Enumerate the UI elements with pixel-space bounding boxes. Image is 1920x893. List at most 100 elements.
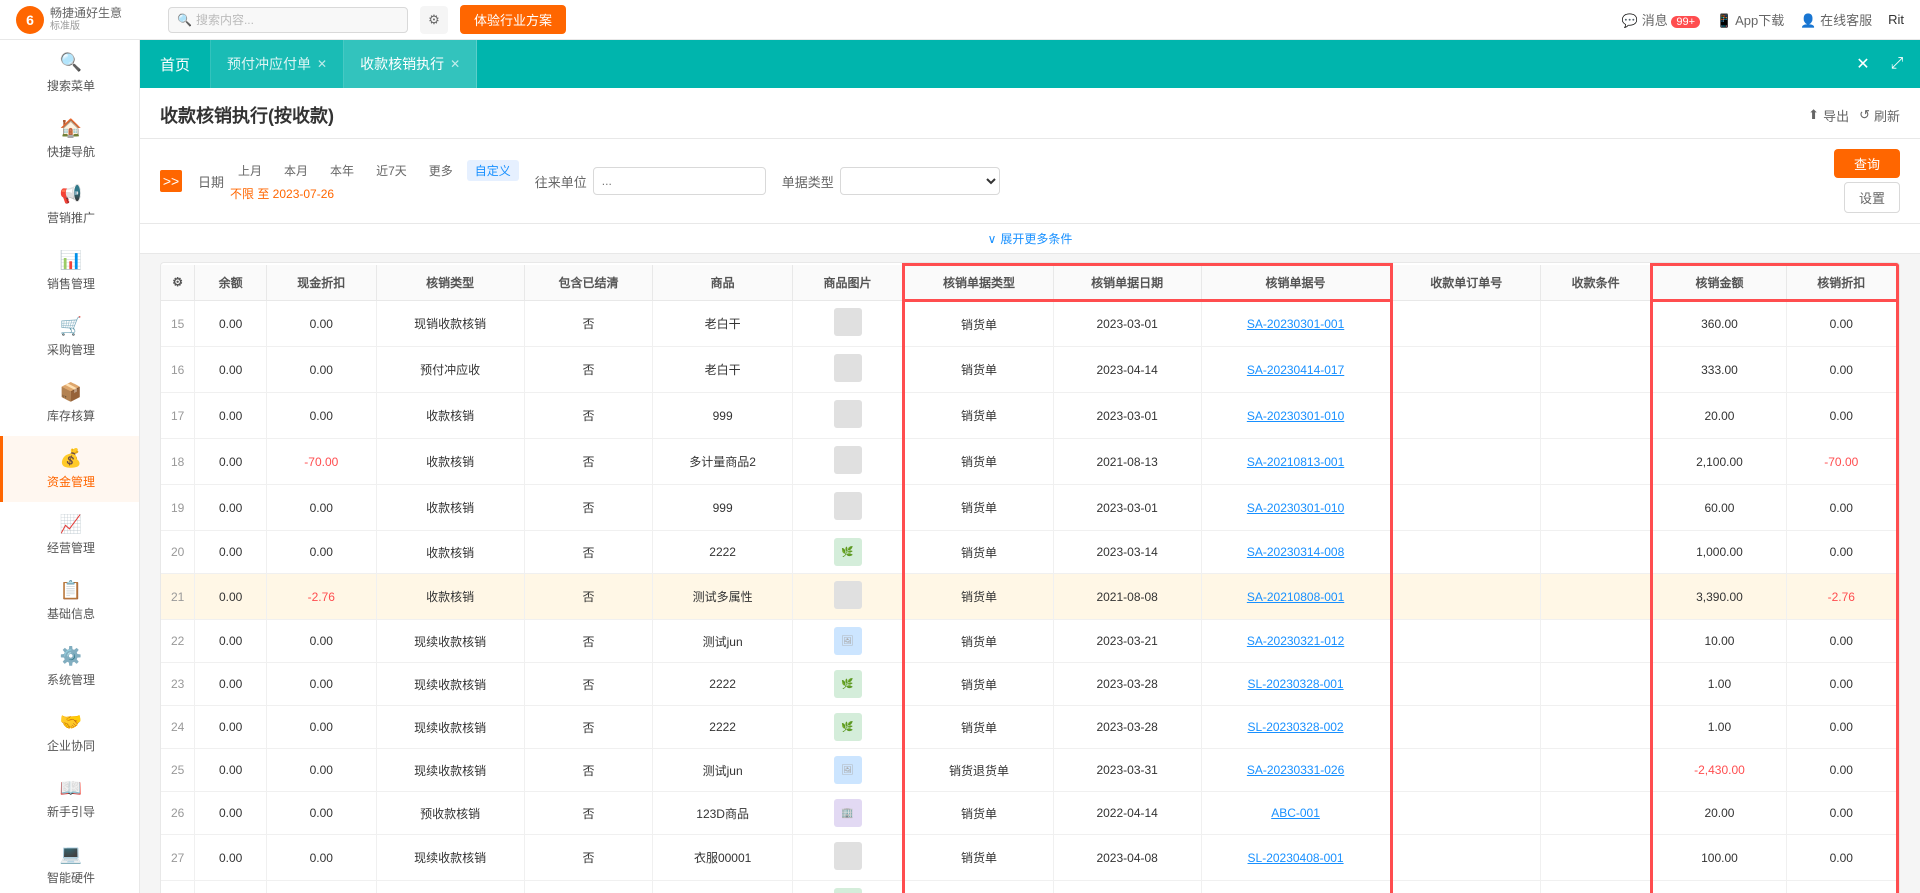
row-writeoff-amount: 10.00 xyxy=(1652,620,1786,663)
page-header: 收款核销执行(按收款) ⬆ 导出 ↺ 刷新 xyxy=(140,88,1920,139)
sidebar-item-system[interactable]: ⚙️ 系统管理 xyxy=(0,634,139,700)
online-service-link[interactable]: 👤 在线客服 xyxy=(1800,10,1872,29)
row-id: 15 xyxy=(161,301,195,347)
row-writeoff-bill-no[interactable]: SA-20230301-001 xyxy=(1201,301,1391,347)
table-container: ⚙ 余额 现金折扣 核销类型 包含已结清 商品 商品图片 核销单据类型 核销单据… xyxy=(140,254,1920,893)
row-include-settled: 否 xyxy=(524,792,653,835)
row-cash-discount: 0.00 xyxy=(266,485,376,531)
row-writeoff-discount: 0.00 xyxy=(1786,485,1897,531)
date-btn-more[interactable]: 更多 xyxy=(421,160,461,181)
sidebar-item-guide[interactable]: 📖 新手引导 xyxy=(0,766,139,832)
product-image: 🌿 xyxy=(834,888,862,893)
row-writeoff-bill-type: 销货单 xyxy=(904,531,1054,574)
sidebar-item-collab[interactable]: 🤝 企业协同 xyxy=(0,700,139,766)
row-writeoff-bill-no[interactable]: SA-20230301-010 xyxy=(1201,393,1391,439)
row-include-settled: 否 xyxy=(524,881,653,893)
row-id: 20 xyxy=(161,531,195,574)
row-product: 测试jun xyxy=(653,749,792,792)
sidebar-item-label: 资金管理 xyxy=(47,473,95,490)
search-menu-icon: 🔍 xyxy=(60,52,82,73)
export-button[interactable]: ⬆ 导出 xyxy=(1808,106,1849,125)
product-image xyxy=(834,354,862,382)
tab-close-writeoff[interactable]: ✕ xyxy=(450,57,460,71)
date-btn-last-month[interactable]: 上月 xyxy=(230,160,270,181)
sidebar-item-purchase[interactable]: 🛒 采购管理 xyxy=(0,304,139,370)
row-receipt-condition xyxy=(1541,620,1652,663)
row-balance: 0.00 xyxy=(195,706,267,749)
maximize-button[interactable]: ⤢ xyxy=(1882,49,1912,79)
sidebar-item-label: 销售管理 xyxy=(47,275,95,292)
tab-writeoff[interactable]: 收款核销执行 ✕ xyxy=(344,40,477,88)
expand-more-button[interactable]: ∨ 展开更多条件 xyxy=(988,230,1073,247)
sidebar-item-hardware[interactable]: 💻 智能硬件 xyxy=(0,832,139,893)
sidebar-item-finance[interactable]: 💰 资金管理 xyxy=(0,436,139,502)
close-all-tabs-button[interactable]: ✕ xyxy=(1848,49,1878,79)
sidebar-item-sales[interactable]: 📊 销售管理 xyxy=(0,238,139,304)
date-btn-this-month[interactable]: 本月 xyxy=(276,160,316,181)
date-custom-btn[interactable]: 自定义 xyxy=(467,160,519,181)
row-balance: 0.00 xyxy=(195,393,267,439)
row-include-settled: 否 xyxy=(524,749,653,792)
row-receipt-order-no xyxy=(1391,620,1541,663)
row-writeoff-discount: 0.00 xyxy=(1786,393,1897,439)
row-writeoff-bill-no[interactable]: SA-20230314-008 xyxy=(1201,531,1391,574)
settings-icon[interactable]: ⚙ xyxy=(420,6,448,34)
row-writeoff-bill-no[interactable]: SA-20210808-001 xyxy=(1201,574,1391,620)
sidebar-item-inventory[interactable]: 📦 库存核算 xyxy=(0,370,139,436)
row-writeoff-amount: 3,390.00 xyxy=(1652,574,1786,620)
row-writeoff-bill-no[interactable]: SL-20230408-001 xyxy=(1201,835,1391,881)
date-btn-this-year[interactable]: 本年 xyxy=(322,160,362,181)
row-include-settled: 否 xyxy=(524,835,653,881)
row-product-img: 🏢 xyxy=(792,792,903,835)
settings-button[interactable]: 设置 xyxy=(1844,182,1900,213)
sidebar-item-marketing[interactable]: 📢 营销推广 xyxy=(0,172,139,238)
sidebar-item-basic-info[interactable]: 📋 基础信息 xyxy=(0,568,139,634)
tab-prepay[interactable]: 预付冲应付单 ✕ xyxy=(211,40,344,88)
solution-button[interactable]: 体验行业方案 xyxy=(460,5,566,34)
receipt-type-filter-group: 单据类型 xyxy=(782,167,1000,195)
row-writeoff-date: 2022-04-14 xyxy=(1053,792,1201,835)
finance-icon: 💰 xyxy=(60,448,82,469)
sidebar-item-label: 快捷导航 xyxy=(47,143,95,160)
receipt-type-select[interactable] xyxy=(840,167,1000,195)
row-writeoff-bill-type: 销货单 xyxy=(904,574,1054,620)
row-include-settled: 否 xyxy=(524,347,653,393)
date-btn-7days[interactable]: 近7天 xyxy=(368,160,415,181)
row-cash-discount: 0.00 xyxy=(266,663,376,706)
row-product: 老白干 xyxy=(653,347,792,393)
refresh-button[interactable]: ↺ 刷新 xyxy=(1859,106,1900,125)
row-cash-discount: 0.00 xyxy=(266,347,376,393)
row-writeoff-date: 2023-03-01 xyxy=(1053,485,1201,531)
row-writeoff-bill-no[interactable]: SL-20230418-001 xyxy=(1201,881,1391,893)
row-writeoff-bill-no[interactable]: SA-20230301-010 xyxy=(1201,485,1391,531)
row-writeoff-bill-no[interactable]: SL-20230328-001 xyxy=(1201,663,1391,706)
app-download-link[interactable]: 📱 App下载 xyxy=(1716,10,1784,29)
product-image: 🌿 xyxy=(834,713,862,741)
row-product-img xyxy=(792,835,903,881)
row-writeoff-bill-no[interactable]: SA-20230321-012 xyxy=(1201,620,1391,663)
row-receipt-condition xyxy=(1541,439,1652,485)
top-search-box[interactable]: 🔍 搜索内容... xyxy=(168,7,408,33)
sidebar-item-search[interactable]: 🔍 搜索菜单 xyxy=(0,40,139,106)
purchase-icon: 🛒 xyxy=(60,316,82,337)
sidebar-item-quick-nav[interactable]: 🏠 快捷导航 xyxy=(0,106,139,172)
row-include-settled: 否 xyxy=(524,620,653,663)
row-writeoff-type: 现续收款核销 xyxy=(376,835,524,881)
query-button[interactable]: 查询 xyxy=(1834,149,1900,178)
sidebar-item-management[interactable]: 📈 经营管理 xyxy=(0,502,139,568)
row-writeoff-bill-no[interactable]: SL-20230328-002 xyxy=(1201,706,1391,749)
message-area[interactable]: 💬 消息 99+ xyxy=(1622,10,1700,29)
row-writeoff-bill-no[interactable]: ABC-001 xyxy=(1201,792,1391,835)
filter-expand-button[interactable]: >> xyxy=(160,170,182,192)
tab-close-prepay[interactable]: ✕ xyxy=(317,57,327,71)
th-cash-discount: 现金折扣 xyxy=(266,265,376,301)
counterpart-input[interactable] xyxy=(593,167,766,195)
row-writeoff-bill-no[interactable]: SA-20230414-017 xyxy=(1201,347,1391,393)
row-writeoff-bill-no[interactable]: SA-20230331-026 xyxy=(1201,749,1391,792)
row-writeoff-date: 2023-03-01 xyxy=(1053,301,1201,347)
row-writeoff-discount: -2.76 xyxy=(1786,574,1897,620)
row-writeoff-bill-no[interactable]: SA-20210813-001 xyxy=(1201,439,1391,485)
sidebar-item-label: 经营管理 xyxy=(47,539,95,556)
tab-home[interactable]: 首页 xyxy=(140,40,211,88)
row-id: 26 xyxy=(161,792,195,835)
